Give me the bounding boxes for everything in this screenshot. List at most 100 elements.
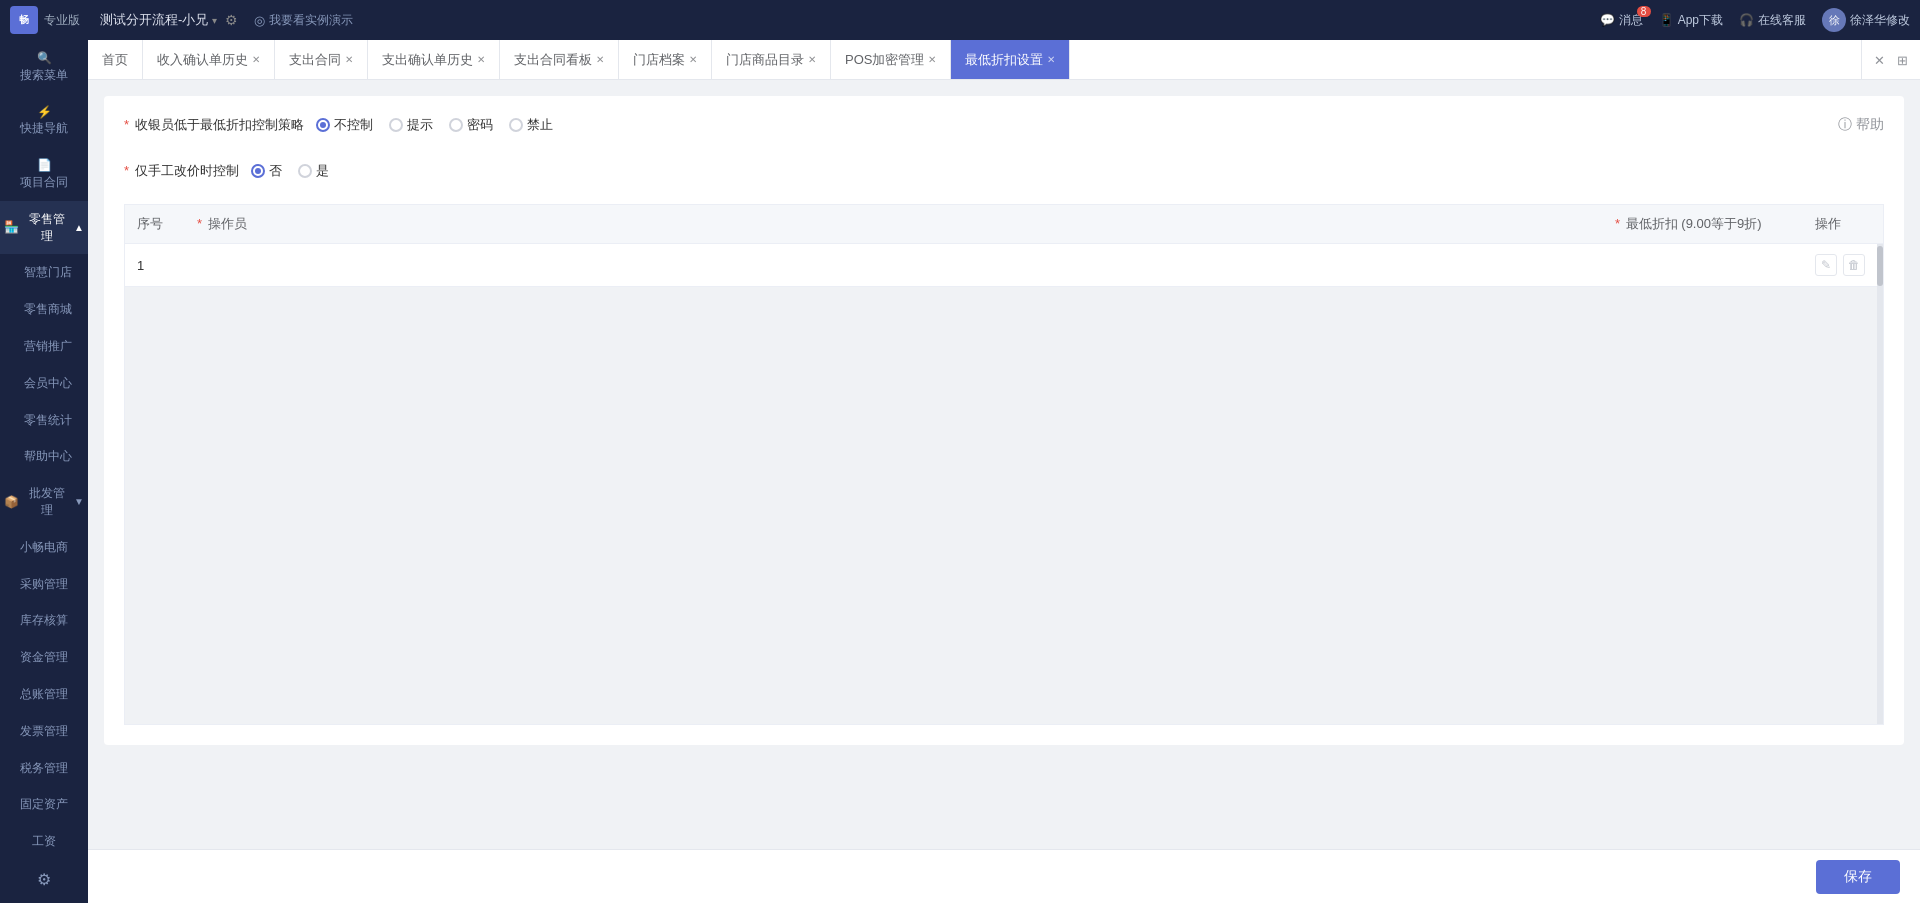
help-button[interactable]: ⓘ 帮助 — [1838, 116, 1884, 134]
contract-icon: 📄 — [37, 157, 52, 174]
wholesale-icon: 📦 — [4, 494, 19, 511]
table-row: 1 ✎ 🗑 — [125, 244, 1883, 287]
tab-home[interactable]: 首页 — [88, 40, 143, 80]
radio-icon — [316, 118, 330, 132]
tabbar: 首页 收入确认单历史 ✕ 支出合同 ✕ 支出确认单历史 ✕ 支出合同看板 ✕ 门… — [88, 40, 1920, 80]
table-vertical-scrollbar[interactable] — [1877, 244, 1883, 724]
tab-close-icon[interactable]: ✕ — [345, 54, 353, 65]
tab-label: 支出合同看板 — [514, 51, 592, 69]
required-mark: * — [124, 163, 129, 178]
sidebar-item-invoice[interactable]: 发票管理 — [0, 713, 88, 750]
retail-icon: 🏪 — [4, 219, 19, 236]
tab-close-icon[interactable]: ✕ — [1047, 54, 1055, 65]
tab-expense-confirm-history[interactable]: 支出确认单历史 ✕ — [368, 40, 500, 80]
messages-button[interactable]: 💬 消息 8 — [1600, 12, 1643, 29]
logo-icon: 畅 — [10, 6, 38, 34]
radio-icon — [251, 164, 265, 178]
radio-no-control[interactable]: 不控制 — [316, 116, 373, 134]
project-dropdown-icon: ▾ — [212, 15, 217, 26]
user-profile[interactable]: 徐 徐泽华修改 — [1822, 8, 1910, 32]
sidebar-item-fixed-assets[interactable]: 固定资产 — [0, 786, 88, 823]
tab-close-icon[interactable]: ✕ — [596, 54, 604, 65]
sidebar-item-finance[interactable]: 资金管理 — [0, 639, 88, 676]
sidebar-item-wholesale[interactable]: 📦 批发管理 ▼ — [0, 475, 88, 529]
project-selector[interactable]: 测试分开流程-小兄 ▾ — [100, 11, 217, 29]
sidebar-item-retail-mall[interactable]: 零售商城 — [0, 291, 88, 328]
tab-min-discount[interactable]: 最低折扣设置 ✕ — [951, 40, 1070, 80]
more-tabs-button[interactable]: ⊞ — [1893, 51, 1912, 70]
sidebar-item-ecommerce[interactable]: 小畅电商 — [0, 529, 88, 566]
manual-control-row: * 仅手工改价时控制 否 — [124, 162, 1838, 180]
tab-close-icon[interactable]: ✕ — [808, 54, 816, 65]
control-policy-options: 不控制 提示 密码 — [316, 116, 553, 134]
control-policy-row: * 收银员低于最低折扣控制策略 不控制 — [124, 116, 1838, 134]
col-discount: * 最低折扣 (9.00等于9折) — [1603, 205, 1803, 243]
sidebar-item-label: 搜索菜单 — [20, 67, 68, 84]
table-scroll-area: 1 ✎ 🗑 — [125, 244, 1883, 724]
manual-control-label: * 仅手工改价时控制 — [124, 162, 239, 180]
tab-close-icon[interactable]: ✕ — [689, 54, 697, 65]
tab-pos-encrypt[interactable]: POS加密管理 ✕ — [831, 40, 951, 80]
sidebar-item-smart-store[interactable]: 智慧门店 — [0, 254, 88, 291]
tab-label: 支出合同 — [289, 51, 341, 69]
delete-row-button[interactable]: 🗑 — [1843, 254, 1865, 276]
required-mark: * — [124, 117, 129, 132]
radio-password[interactable]: 密码 — [449, 116, 493, 134]
logo-area: 畅 专业版 — [10, 6, 90, 34]
radio-icon — [449, 118, 463, 132]
tab-expense-contract[interactable]: 支出合同 ✕ — [275, 40, 368, 80]
app-download-button[interactable]: 📱 App下载 — [1659, 12, 1723, 29]
sidebar-item-tax[interactable]: 税务管理 — [0, 750, 88, 787]
col-seq: 序号 — [125, 205, 185, 243]
sidebar-item-purchase[interactable]: 采购管理 — [0, 566, 88, 603]
radio-yes[interactable]: 是 — [298, 162, 329, 180]
online-service-button[interactable]: 🎧 在线客服 — [1739, 12, 1806, 29]
content-area: 首页 收入确认单历史 ✕ 支出合同 ✕ 支出确认单历史 ✕ 支出合同看板 ✕ 门… — [88, 40, 1920, 903]
user-name: 徐泽华修改 — [1850, 12, 1910, 29]
sidebar-item-quicknav[interactable]: ⚡ 快捷导航 — [0, 94, 88, 148]
message-icon: 💬 — [1600, 13, 1615, 27]
quicknav-icon: ⚡ — [37, 104, 52, 121]
sidebar-item-label: 工资 — [32, 833, 56, 850]
demo-link[interactable]: ◎ 我要看实例演示 — [254, 12, 353, 29]
app-edition: 专业版 — [44, 12, 80, 29]
topbar-right: 💬 消息 8 📱 App下载 🎧 在线客服 徐 徐泽华修改 — [1600, 8, 1910, 32]
table-header: 序号 * 操作员 * 最低折扣 (9.00等于9折) 操作 — [125, 205, 1883, 244]
sidebar-item-label: 批发管理 — [23, 485, 70, 519]
tab-store-archive[interactable]: 门店档案 ✕ — [619, 40, 712, 80]
close-tab-button[interactable]: ✕ — [1870, 51, 1889, 70]
sidebar-item-label: 项目合同 — [20, 174, 68, 191]
radio-icon — [509, 118, 523, 132]
tab-close-icon[interactable]: ✕ — [928, 54, 936, 65]
tab-store-catalog[interactable]: 门店商品目录 ✕ — [712, 40, 831, 80]
sidebar-item-members[interactable]: 会员中心 — [0, 365, 88, 402]
messages-badge: 8 — [1637, 6, 1651, 17]
cell-actions: ✎ 🗑 — [1803, 244, 1883, 286]
sidebar-item-retail-stats[interactable]: 零售统计 — [0, 402, 88, 439]
sidebar-settings-button[interactable]: ⚙ — [0, 860, 88, 899]
save-button[interactable]: 保存 — [1816, 860, 1900, 894]
sidebar-item-contract[interactable]: 📄 项目合同 — [0, 147, 88, 201]
tab-close-icon[interactable]: ✕ — [252, 54, 260, 65]
sidebar-item-help[interactable]: 帮助中心 — [0, 438, 88, 475]
sidebar-item-marketing[interactable]: 营销推广 — [0, 328, 88, 365]
tab-expense-contract-board[interactable]: 支出合同看板 ✕ — [500, 40, 619, 80]
sidebar-item-label: 零售统计 — [24, 412, 72, 429]
tab-close-icon[interactable]: ✕ — [477, 54, 485, 65]
topbar-settings-icon[interactable]: ⚙ — [225, 12, 238, 28]
sidebar-item-search[interactable]: 🔍 搜索菜单 — [0, 40, 88, 94]
sidebar-item-ledger[interactable]: 总账管理 — [0, 676, 88, 713]
edit-row-button[interactable]: ✎ — [1815, 254, 1837, 276]
sidebar-item-retail[interactable]: 🏪 零售管理 ▲ — [0, 201, 88, 255]
radio-prompt[interactable]: 提示 — [389, 116, 433, 134]
app-download-label: App下载 — [1678, 12, 1723, 29]
main-layout: 🔍 搜索菜单 ⚡ 快捷导航 📄 项目合同 🏪 零售管理 ▲ 智慧门店 零售商城 … — [0, 40, 1920, 903]
sidebar-item-label: 快捷导航 — [20, 120, 68, 137]
sidebar-item-inventory[interactable]: 库存核算 — [0, 602, 88, 639]
sidebar-item-label: 库存核算 — [20, 612, 68, 629]
tab-label: POS加密管理 — [845, 51, 924, 69]
radio-no[interactable]: 否 — [251, 162, 282, 180]
tab-income-history[interactable]: 收入确认单历史 ✕ — [143, 40, 275, 80]
sidebar-item-payroll[interactable]: 工资 — [0, 823, 88, 860]
radio-forbid[interactable]: 禁止 — [509, 116, 553, 134]
